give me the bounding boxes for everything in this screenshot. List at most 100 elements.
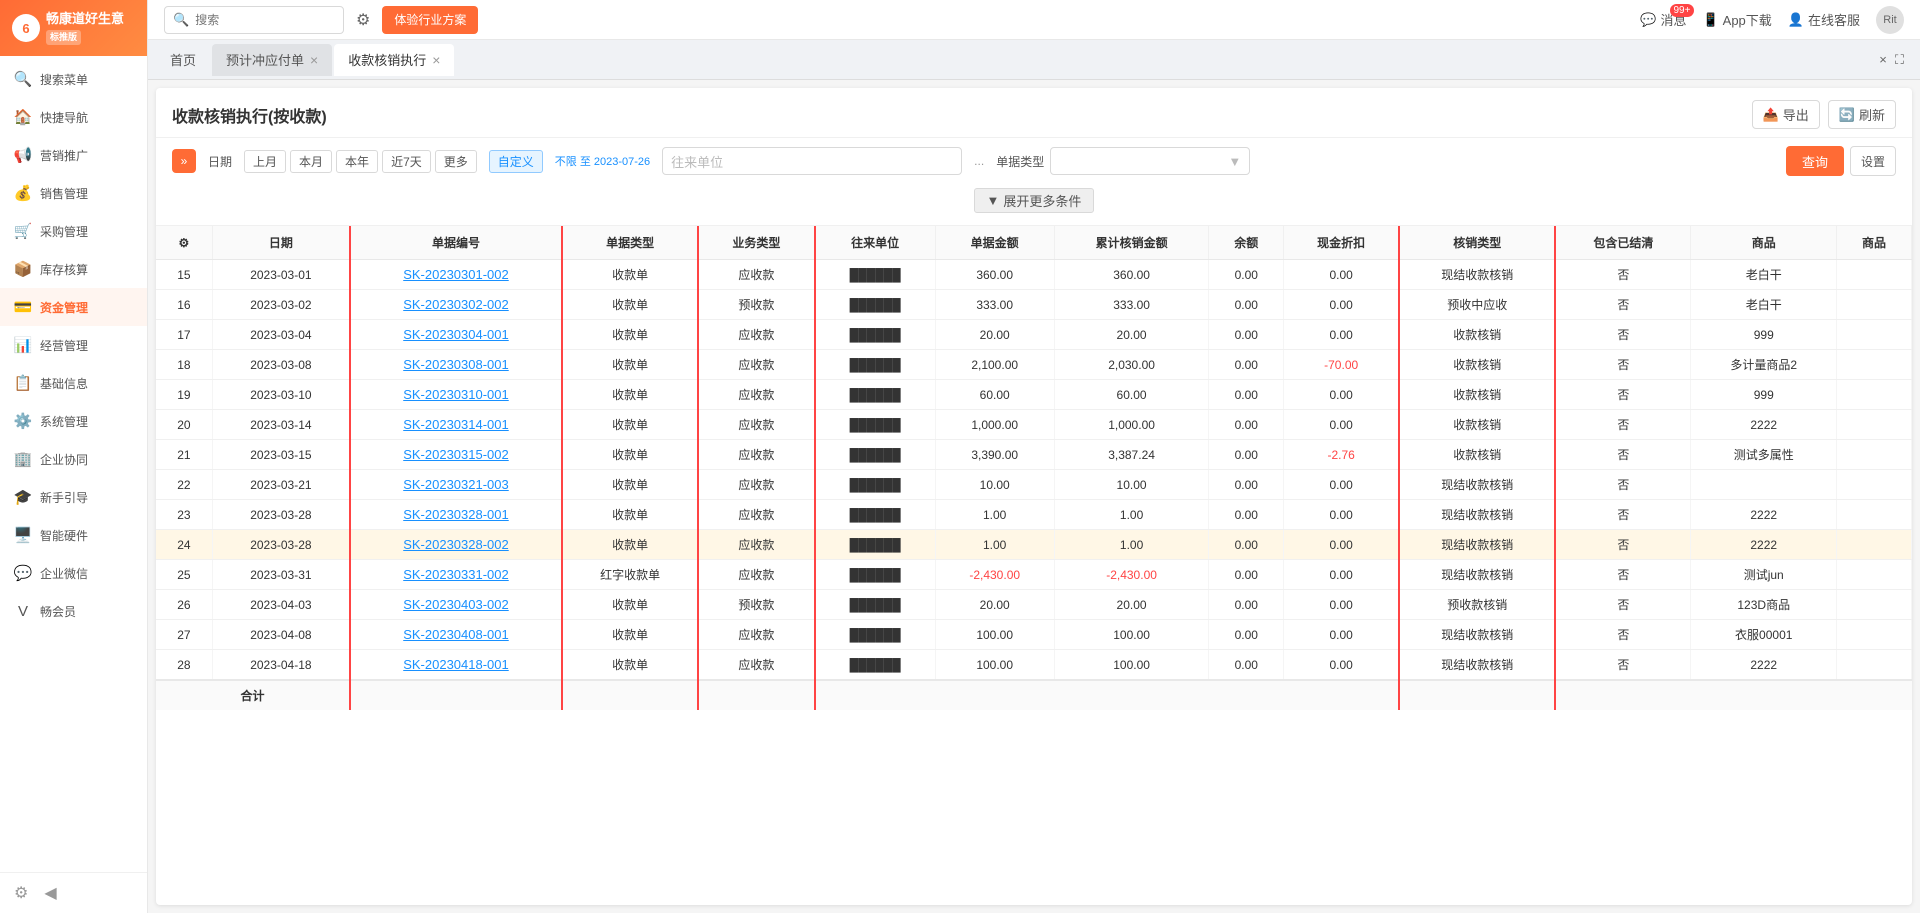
- cell-biz_type: 应收款: [698, 320, 814, 350]
- doc-link[interactable]: SK-20230403-002: [403, 597, 509, 612]
- sidebar-item-guide[interactable]: 🎓新手引导: [0, 478, 147, 516]
- cell-goods: 测试多属性: [1691, 440, 1837, 470]
- cell-goods: 999: [1691, 320, 1837, 350]
- cell-cancel_amount: 20.00: [1054, 590, 1209, 620]
- sidebar-item-finance[interactable]: 💳资金管理: [0, 288, 147, 326]
- cell-include_settled: 否: [1555, 560, 1690, 590]
- cell-balance: 0.00: [1209, 320, 1284, 350]
- sidebar-item-quicknav[interactable]: 🏠快捷导航: [0, 98, 147, 136]
- sidebar-item-sales[interactable]: 💰销售管理: [0, 174, 147, 212]
- tab-close-all-icon[interactable]: ×: [1879, 52, 1887, 68]
- custom-date-button[interactable]: 自定义: [489, 150, 543, 173]
- export-button[interactable]: 📤 导出: [1752, 100, 1820, 129]
- app-download-link[interactable]: 📱 App下载: [1702, 10, 1771, 29]
- cell-goods2: [1837, 290, 1912, 320]
- doc-link[interactable]: SK-20230302-002: [403, 297, 509, 312]
- cell-index: 26: [156, 590, 212, 620]
- expand-more-button[interactable]: ▼ 展开更多条件: [974, 188, 1095, 213]
- table-row: 222023-03-21SK-20230321-003收款单应收款██████1…: [156, 470, 1912, 500]
- filter-expand-button[interactable]: »: [172, 149, 196, 173]
- sidebar-item-wechat[interactable]: 💬企业微信: [0, 554, 147, 592]
- cell-date: 2023-03-28: [212, 500, 350, 530]
- date-btn-本年[interactable]: 本年: [336, 150, 378, 173]
- doc-link[interactable]: SK-20230418-001: [403, 657, 509, 672]
- cell-doc_no[interactable]: SK-20230301-002: [350, 260, 562, 290]
- doc-link[interactable]: SK-20230328-002: [403, 537, 509, 552]
- sidebar-item-inventory[interactable]: 📦库存核算: [0, 250, 147, 288]
- online-service-link[interactable]: 👤 在线客服: [1788, 10, 1860, 29]
- sidebar-item-system[interactable]: ⚙️系统管理: [0, 402, 147, 440]
- col-header-date: 日期: [212, 226, 350, 260]
- doc-link[interactable]: SK-20230408-001: [403, 627, 509, 642]
- doc-link[interactable]: SK-20230310-001: [403, 387, 509, 402]
- tab-close-receipt-cancel[interactable]: ×: [432, 52, 440, 68]
- filter-more-icon[interactable]: ...: [974, 154, 984, 168]
- date-btn-上月[interactable]: 上月: [244, 150, 286, 173]
- sidebar-item-purchase[interactable]: 🛒采购管理: [0, 212, 147, 250]
- doc-link[interactable]: SK-20230304-001: [403, 327, 509, 342]
- doc-type-select[interactable]: ▼: [1050, 147, 1250, 175]
- cell-balance: 0.00: [1209, 560, 1284, 590]
- doc-link[interactable]: SK-20230331-002: [403, 567, 509, 582]
- topbar-settings-icon[interactable]: ⚙: [356, 10, 370, 30]
- cell-doc_no[interactable]: SK-20230310-001: [350, 380, 562, 410]
- page-actions: 📤 导出 🔄 刷新: [1752, 100, 1896, 129]
- avatar[interactable]: Rit: [1876, 6, 1904, 34]
- date-btn-近7天[interactable]: 近7天: [382, 150, 431, 173]
- sidebar-item-search[interactable]: 🔍搜索菜单: [0, 60, 147, 98]
- sidebar-item-enterprise[interactable]: 🏢企业协同: [0, 440, 147, 478]
- tab-home[interactable]: 首页: [156, 44, 210, 76]
- sidebar-item-hardware[interactable]: 🖥️智能硬件: [0, 516, 147, 554]
- doc-link[interactable]: SK-20230308-001: [403, 357, 509, 372]
- cell-doc_no[interactable]: SK-20230304-001: [350, 320, 562, 350]
- cell-doc_no[interactable]: SK-20230328-002: [350, 530, 562, 560]
- cell-doc_no[interactable]: SK-20230328-001: [350, 500, 562, 530]
- message-button[interactable]: 💬 消息 99+: [1640, 10, 1686, 29]
- tab-prepay[interactable]: 预计冲应付单×: [212, 44, 332, 76]
- cell-doc_no[interactable]: SK-20230331-002: [350, 560, 562, 590]
- cell-index: 22: [156, 470, 212, 500]
- export-icon: 📤: [1763, 107, 1779, 123]
- search-input[interactable]: [195, 13, 335, 27]
- date-btn-本月[interactable]: 本月: [290, 150, 332, 173]
- tab-close-prepay[interactable]: ×: [310, 52, 318, 68]
- cell-doc_no[interactable]: SK-20230302-002: [350, 290, 562, 320]
- cell-date: 2023-03-31: [212, 560, 350, 590]
- cell-doc_no[interactable]: SK-20230403-002: [350, 590, 562, 620]
- cell-amount: 100.00: [935, 620, 1054, 650]
- cell-discount: 0.00: [1284, 590, 1400, 620]
- expand-more-row: ▼ 展开更多条件: [172, 184, 1896, 217]
- cell-doc_no[interactable]: SK-20230321-003: [350, 470, 562, 500]
- collapse-icon[interactable]: ◀: [44, 883, 56, 903]
- refresh-button[interactable]: 🔄 刷新: [1828, 100, 1896, 129]
- solution-button[interactable]: 体验行业方案: [382, 6, 478, 34]
- cell-doc_no[interactable]: SK-20230314-001: [350, 410, 562, 440]
- cell-doc_no[interactable]: SK-20230418-001: [350, 650, 562, 681]
- unit-filter-input[interactable]: 往来单位: [662, 147, 962, 175]
- cell-doc_no[interactable]: SK-20230408-001: [350, 620, 562, 650]
- col-header-doc_type: 单据类型: [562, 226, 698, 260]
- doc-link[interactable]: SK-20230315-002: [403, 447, 509, 462]
- main-area: 🔍 ⚙ 体验行业方案 💬 消息 99+ 📱 App下载 👤 在线客服 Rit 首…: [148, 0, 1920, 913]
- doc-link[interactable]: SK-20230314-001: [403, 417, 509, 432]
- tab-receipt-cancel[interactable]: 收款核销执行×: [334, 44, 454, 76]
- filter-setting-button[interactable]: 设置: [1850, 146, 1896, 176]
- topbar-search-box[interactable]: 🔍: [164, 6, 344, 34]
- query-button[interactable]: 查询: [1786, 146, 1844, 176]
- doc-link[interactable]: SK-20230321-003: [403, 477, 509, 492]
- cell-goods2: [1837, 440, 1912, 470]
- doc-link[interactable]: SK-20230328-001: [403, 507, 509, 522]
- cell-doc_no[interactable]: SK-20230308-001: [350, 350, 562, 380]
- cell-doc_no[interactable]: SK-20230315-002: [350, 440, 562, 470]
- date-btn-更多[interactable]: 更多: [435, 150, 477, 173]
- sidebar-item-basic[interactable]: 📋基础信息: [0, 364, 147, 402]
- sidebar-item-member[interactable]: V畅会员: [0, 592, 147, 630]
- page-title: 收款核销执行(按收款): [172, 103, 327, 127]
- tab-expand-icon[interactable]: ⛶: [1895, 52, 1904, 68]
- sidebar-item-marketing[interactable]: 📢营销推广: [0, 136, 147, 174]
- col-header-unit: 往来单位: [815, 226, 936, 260]
- settings-icon[interactable]: ⚙: [14, 883, 28, 903]
- cell-biz_type: 应收款: [698, 380, 814, 410]
- doc-link[interactable]: SK-20230301-002: [403, 267, 509, 282]
- sidebar-item-operations[interactable]: 📊经营管理: [0, 326, 147, 364]
